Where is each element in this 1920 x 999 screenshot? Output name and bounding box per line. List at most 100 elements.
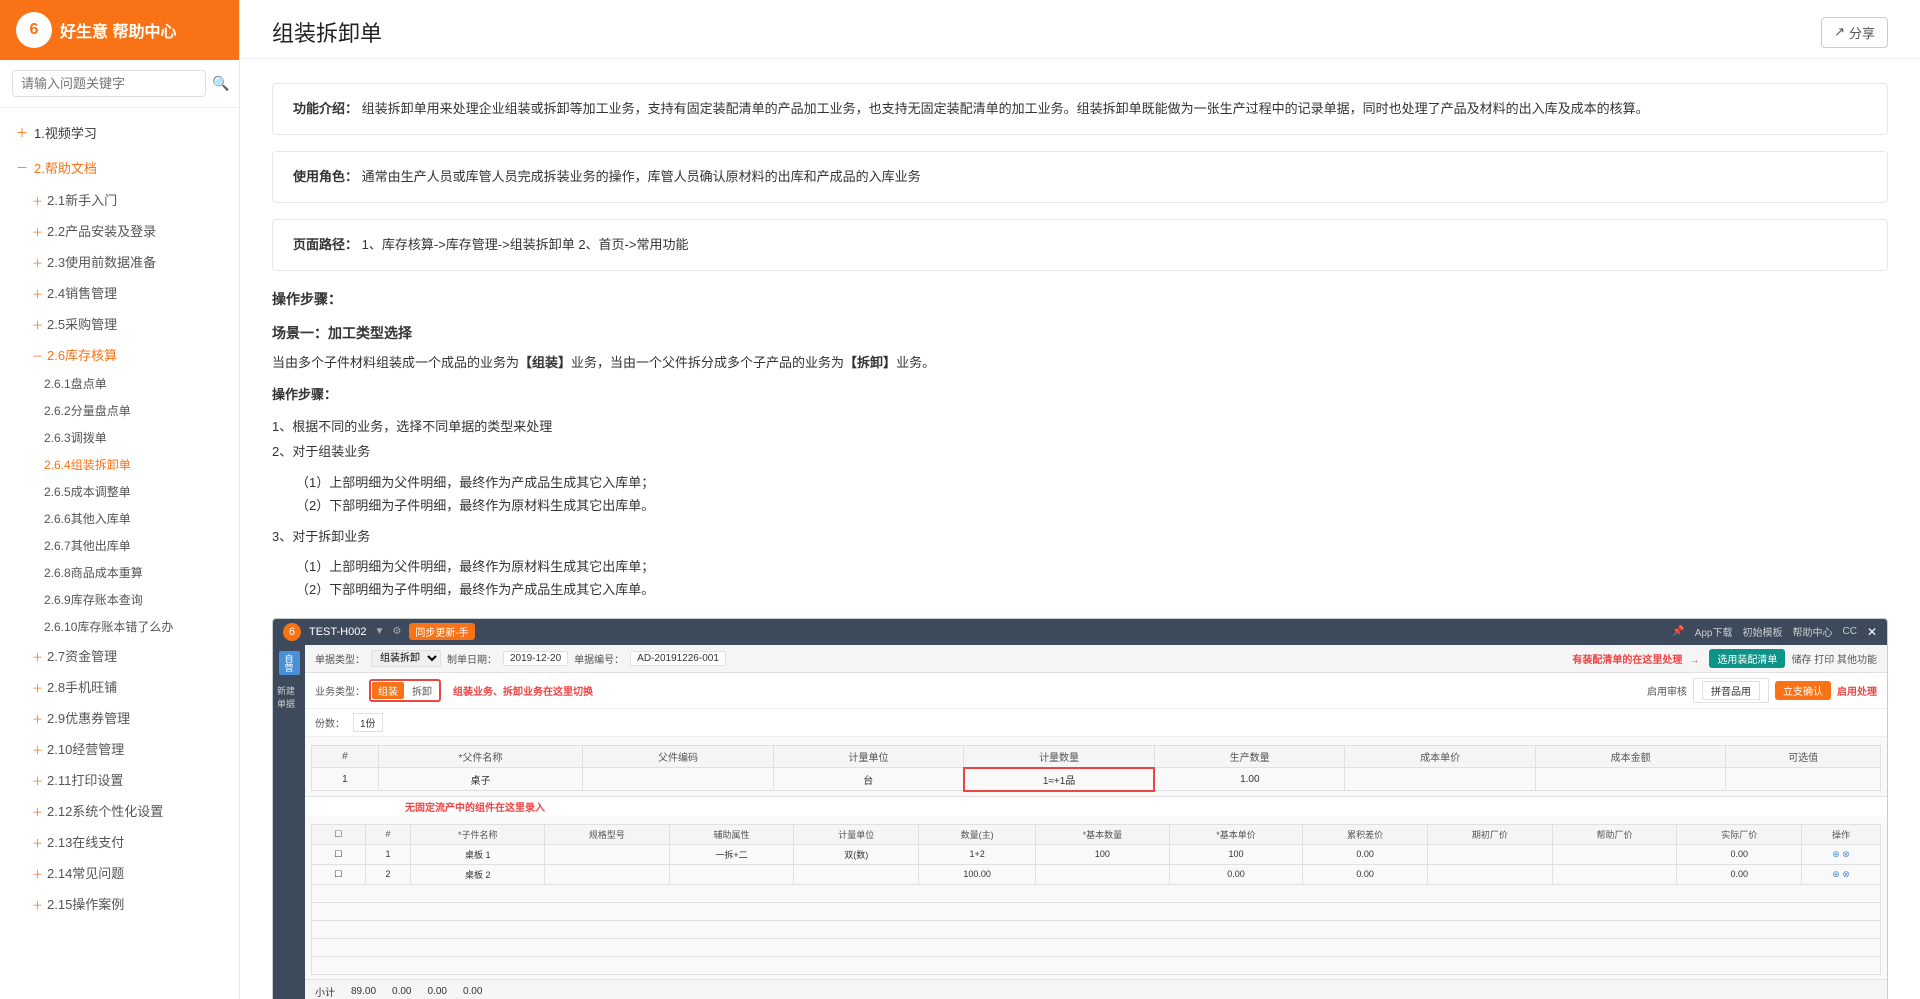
table-row: [312, 938, 1881, 956]
app-close-icon[interactable]: ✕: [1867, 625, 1877, 639]
minus-icon: －: [16, 159, 28, 176]
app-child-table: ☐ # *子件名称 规格型号 辅助属性 计量单位 数量(主) *基本数量 *基本…: [311, 824, 1881, 975]
plus-icon: ＋: [32, 807, 43, 819]
td-base-qty: [1036, 864, 1170, 884]
sidebar-item-video[interactable]: ＋ 1.视频学习: [0, 116, 239, 149]
sidebar-item-faq[interactable]: ＋2.14常见问题: [0, 857, 239, 888]
sidebar-section-docs: － 2.帮助文档 ＋2.1新手入门 ＋2.2产品安装及登录 ＋2.3使用前数据准…: [0, 151, 239, 919]
app-cc-label: CC: [1842, 626, 1856, 637]
sidebar-item-docs[interactable]: － 2.帮助文档: [0, 151, 239, 184]
app-tab-mine[interactable]: 自营: [279, 651, 300, 675]
cth-spec: 规格型号: [545, 824, 670, 844]
bom-annotation-container: 无固定流产中的组件在这里录入: [305, 797, 1887, 816]
sidebar-item-newcomer[interactable]: ＋2.1新手入门: [0, 184, 239, 215]
app-logo-small: 6: [283, 623, 301, 641]
app-totals-row: 小计 89.00 0.00 0.00 0.00: [305, 979, 1887, 999]
brand-name: 好生意 帮助中心: [60, 18, 176, 42]
th-cost-price: 成本单价: [1345, 745, 1536, 768]
sidebar-item-other-out[interactable]: 2.6.7其他出库单: [0, 532, 239, 559]
sidebar-item-adjust[interactable]: 2.6.3调拨单: [0, 424, 239, 451]
td-cost-amount: [1535, 768, 1726, 791]
scene-one-steps-label: 操作步骤：: [272, 383, 1888, 406]
td-num: 2: [365, 864, 411, 884]
operation-steps-title: 操作步骤：: [272, 289, 1888, 309]
sidebar-item-cases[interactable]: ＋2.15操作案例: [0, 888, 239, 919]
sidebar: 6 好生意 帮助中心 🔍 ＋ 1.视频学习 － 2.帮助文档 ＋2.1新手入门: [0, 0, 240, 999]
approval-input-box: 拼音品用: [1702, 681, 1760, 700]
child-table-header: ☐ # *子件名称 规格型号 辅助属性 计量单位 数量(主) *基本数量 *基本…: [312, 824, 1881, 844]
plus-icon: ＋: [32, 289, 43, 301]
app-type-row: 业务类型： 组装 拆卸 组装业务、拆卸业务在这里切换 启用审核: [305, 673, 1887, 709]
sidebar-item-finance[interactable]: ＋2.7资金管理: [0, 640, 239, 671]
td-base-qty: 100: [1036, 844, 1170, 864]
function-intro-text: 组装拆卸单用来处理企业组装或拆卸等加工业务，支持有固定装配清单的产品加工业务，也…: [362, 101, 1649, 116]
bom-arrow: →: [1689, 655, 1699, 666]
app-select-bom-btn[interactable]: 选用装配清单: [1709, 649, 1785, 668]
plus-icon: ＋: [32, 869, 43, 881]
step-2: 2、对于组装业务: [272, 439, 1888, 464]
th-optional: 可选值: [1726, 745, 1881, 768]
sidebar-item-custom[interactable]: ＋2.12系统个性化设置: [0, 795, 239, 826]
td-attr: 一拆+二: [669, 844, 794, 864]
cth-name: *子件名称: [411, 824, 545, 844]
td-action[interactable]: ⊕ ⊗: [1802, 864, 1881, 884]
sidebar-item-ledger[interactable]: 2.6.9库存账本查询: [0, 586, 239, 613]
search-input[interactable]: [12, 70, 206, 97]
step-1: 1、根据不同的业务，选择不同单据的类型来处理: [272, 414, 1888, 439]
td-qty-main: 100.00: [919, 864, 1036, 884]
sidebar-item-coupon[interactable]: ＋2.9优惠券管理: [0, 702, 239, 733]
sidebar-item-ops[interactable]: ＋2.10经营管理: [0, 733, 239, 764]
app-type-select[interactable]: 组装拆卸: [371, 650, 441, 667]
sidebar-item-cost-calc[interactable]: 2.6.8商品成本重算: [0, 559, 239, 586]
th-prod-qty: 生产数量: [1154, 745, 1345, 768]
plus-icon: ＋: [32, 196, 43, 208]
app-parent-table: # *父件名称 父件编码 计量单位 计量数量 生产数量 成本单价 成本金额 可选…: [311, 745, 1881, 792]
sidebar-item-purchase[interactable]: ＋2.5采购管理: [0, 308, 239, 339]
function-intro-block: 功能介绍： 组装拆卸单用来处理企业组装或拆卸等加工业务，支持有固定装配清单的产品…: [272, 83, 1888, 135]
share-button[interactable]: ↗ 分享: [1821, 17, 1888, 48]
share-icon: ↗: [1834, 24, 1845, 40]
sidebar-item-sales[interactable]: ＋2.4销售管理: [0, 277, 239, 308]
td-cost-price: [1345, 768, 1536, 791]
cth-check: ☐: [312, 824, 366, 844]
sidebar-item-cost[interactable]: 2.6.5成本调整单: [0, 478, 239, 505]
total-4: 0.00: [463, 986, 482, 997]
sidebar-item-assembly[interactable]: 2.6.4组装拆卸单: [0, 451, 239, 478]
app-tab-new[interactable]: 新建单据: [273, 681, 305, 713]
table-row: [312, 920, 1881, 938]
sidebar-item-install[interactable]: ＋2.2产品安装及登录: [0, 215, 239, 246]
td-spec: [545, 844, 670, 864]
app-assembly-btn[interactable]: 组装: [372, 682, 404, 699]
search-icon[interactable]: 🔍: [212, 75, 229, 92]
approval-input: 拼音品用: [1693, 678, 1769, 703]
sidebar-item-error[interactable]: 2.6.10库存账本错了么办: [0, 613, 239, 640]
app-body: 自营 新建单据 单据类型： 组装拆卸 制单日期： 2019-12-20 单据编号…: [273, 645, 1887, 999]
app-toolbar-actions: 储存 打印 其他功能: [1791, 651, 1877, 666]
total-2: 0.00: [392, 986, 411, 997]
plus-icon: ＋: [32, 320, 43, 332]
sidebar-item-mobile[interactable]: ＋2.8手机旺铺: [0, 671, 239, 702]
app-confirm-btn[interactable]: 立支确认: [1775, 681, 1831, 700]
sidebar-item-partial[interactable]: 2.6.2分量盘点单: [0, 397, 239, 424]
sidebar-item-other-in[interactable]: 2.6.6其他入库单: [0, 505, 239, 532]
approval-container: 启用审核 拼音品用 立支确认 启用处理: [1647, 678, 1877, 703]
table-row: [312, 956, 1881, 974]
sidebar-item-print[interactable]: ＋2.11打印设置: [0, 764, 239, 795]
sidebar-item-data[interactable]: ＋2.3使用前数据准备: [0, 246, 239, 277]
sidebar-item-pay[interactable]: ＋2.13在线支付: [0, 826, 239, 857]
app-disassembly-btn[interactable]: 拆卸: [406, 682, 438, 699]
td-action[interactable]: ⊕ ⊗: [1802, 844, 1881, 864]
count-label: 份数：: [315, 715, 345, 730]
parent-table-header: # *父件名称 父件编码 计量单位 计量数量 生产数量 成本单价 成本金额 可选…: [312, 745, 1881, 768]
th-parent-code: 父件编码: [583, 745, 774, 768]
td-check: ☐: [312, 864, 366, 884]
td-check: ☐: [312, 844, 366, 864]
app-screenshot: 6 TEST-H002 ▼ ⚙ 同步更新-手 📌 App下载 初始模板 帮助中心…: [272, 618, 1888, 999]
td-init: [1427, 844, 1552, 864]
total-label: 小计: [315, 984, 335, 999]
app-doc-area: 单据类型： 组装拆卸 制单日期： 2019-12-20 单据编号： AD-201…: [305, 645, 1887, 999]
td-help: [1552, 864, 1677, 884]
sidebar-item-stocktake[interactable]: 2.6.1盘点单: [0, 370, 239, 397]
sidebar-item-inventory[interactable]: －2.6库存核算: [0, 339, 239, 370]
app-count-row: 份数： 1份: [305, 709, 1887, 737]
